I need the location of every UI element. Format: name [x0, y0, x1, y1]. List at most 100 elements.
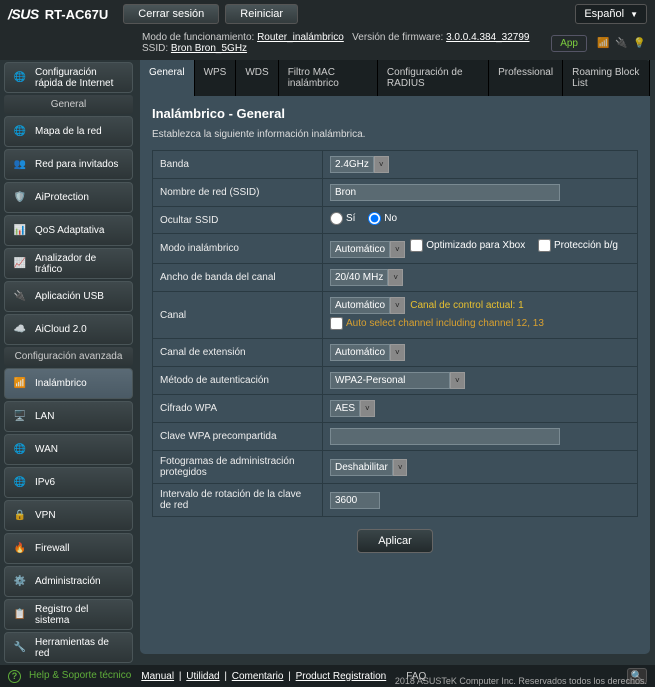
sidebar-aiprotection[interactable]: 🛡️AiProtection	[4, 182, 133, 213]
tab-mac-filter[interactable]: Filtro MAC inalámbrico	[279, 60, 378, 96]
link-registration[interactable]: Product Registration	[296, 671, 387, 682]
led-status-icon[interactable]: 💡	[632, 36, 647, 51]
globe-gear-icon: 🌐	[12, 70, 28, 86]
help-icon[interactable]: ?	[8, 670, 21, 683]
row-pmf-label: Fotogramas de administración protegidos	[153, 451, 323, 484]
sidebar-network-map[interactable]: 🌐Mapa de la red	[4, 116, 133, 147]
row-ssid-label: Nombre de red (SSID)	[153, 179, 323, 207]
sidebar-traffic[interactable]: 📈Analizador de tráfico	[4, 248, 133, 279]
tools-icon: 🔧	[12, 640, 28, 656]
rotation-input[interactable]	[330, 492, 380, 509]
row-enc-label: Cifrado WPA	[153, 395, 323, 423]
tab-wds[interactable]: WDS	[236, 60, 278, 96]
row-wmode-label: Modo inalámbrico	[153, 234, 323, 264]
chevron-down-icon: ˅	[390, 344, 405, 361]
hide-ssid-no[interactable]: No	[368, 212, 397, 225]
vpn-icon: 🔒	[12, 508, 28, 524]
panel-title: Inalámbrico - General	[152, 106, 638, 121]
sidebar-admin[interactable]: ⚙️Administración	[4, 566, 133, 597]
ext-channel-select[interactable]: Automático˅	[330, 344, 405, 361]
gear-icon: ⚙️	[12, 574, 28, 590]
row-ext-label: Canal de extensión	[153, 339, 323, 367]
bg-protect-check[interactable]: Protección b/g	[538, 239, 618, 252]
channel-select[interactable]: Automático˅	[330, 297, 405, 314]
sidebar-wan[interactable]: 🌐WAN	[4, 434, 133, 465]
footer-links: Manual | Utilidad | Comentario | Product…	[139, 671, 388, 682]
tab-radius[interactable]: Configuración de RADIUS	[378, 60, 489, 96]
wmode-select[interactable]: Automático˅	[330, 241, 405, 258]
people-icon: 👥	[12, 157, 28, 173]
sidebar-lan[interactable]: 🖥️LAN	[4, 401, 133, 432]
sidebar-nettools[interactable]: 🔧Herramientas de red	[4, 632, 133, 663]
row-rotation-label: Intervalo de rotación de la clave de red	[153, 484, 323, 517]
psk-input[interactable]	[330, 428, 560, 445]
apply-button[interactable]: Aplicar	[357, 529, 433, 553]
wifi-icon: 📶	[12, 376, 28, 392]
pmf-select[interactable]: Deshabilitar˅	[330, 459, 407, 476]
sidebar-vpn[interactable]: 🔒VPN	[4, 500, 133, 531]
tab-general[interactable]: General	[140, 60, 195, 96]
globe-icon: 🌐	[12, 442, 28, 458]
wifi-status-icon[interactable]: 📶	[596, 36, 611, 51]
encryption-select[interactable]: AES˅	[330, 400, 375, 417]
row-band-label: Banda	[153, 151, 323, 179]
panel-desc: Establezca la siguiente información inal…	[152, 129, 638, 140]
chevron-down-icon: ˅	[360, 400, 375, 417]
tab-bar: General WPS WDS Filtro MAC inalámbrico C…	[140, 60, 650, 96]
auto-channel-12-13-check[interactable]: Auto select channel including channel 12…	[330, 317, 544, 330]
row-chan-label: Canal	[153, 292, 323, 339]
chevron-down-icon: ˅	[390, 297, 405, 314]
copyright-text: 2018 ASUSTeK Computer Inc. Reservados to…	[395, 676, 647, 686]
row-psk-label: Clave WPA precompartida	[153, 423, 323, 451]
language-select[interactable]: Español	[575, 4, 647, 24]
link-utility[interactable]: Utilidad	[186, 671, 219, 682]
chevron-down-icon: ˅	[393, 459, 408, 476]
reboot-button[interactable]: Reiniciar	[225, 4, 298, 24]
globe-icon: 🌐	[12, 124, 28, 140]
logout-button[interactable]: Cerrar sesión	[123, 4, 219, 24]
chevron-down-icon: ˅	[374, 156, 389, 173]
firewall-icon: 🔥	[12, 541, 28, 557]
chevron-down-icon: ˅	[390, 241, 405, 258]
hide-ssid-yes[interactable]: Sí	[330, 212, 355, 225]
current-channel-text: Canal de control actual: 1	[410, 300, 523, 311]
language-label: Español	[584, 8, 624, 20]
sidebar-wireless[interactable]: 📶Inalámbrico	[4, 368, 133, 399]
cloud-icon: ☁️	[12, 322, 28, 338]
sidebar-guest-network[interactable]: 👥Red para invitados	[4, 149, 133, 180]
sidebar-ipv6[interactable]: 🌐IPv6	[4, 467, 133, 498]
tab-roaming[interactable]: Roaming Block List	[563, 60, 650, 96]
sidebar-firewall[interactable]: 🔥Firewall	[4, 533, 133, 564]
tab-professional[interactable]: Professional	[489, 60, 563, 96]
usb-status-icon[interactable]: 🔌	[614, 36, 629, 51]
status-info: Modo de funcionamiento: Router_inalámbri…	[142, 32, 551, 54]
sidebar-section-general: General	[4, 95, 133, 114]
bandwidth-select[interactable]: 20/40 MHz˅	[330, 269, 403, 286]
lan-icon: 🖥️	[12, 409, 28, 425]
chart-icon: 📈	[12, 256, 28, 272]
sidebar-quick-setup[interactable]: 🌐Configuración rápida de Internet	[4, 62, 133, 93]
link-manual[interactable]: Manual	[141, 671, 174, 682]
app-button[interactable]: App	[551, 35, 587, 52]
chevron-down-icon: ˅	[450, 372, 465, 389]
shield-icon: 🛡️	[12, 190, 28, 206]
gauge-icon: 📊	[12, 223, 28, 239]
ssid-input[interactable]	[330, 184, 560, 201]
band-select[interactable]: 2.4GHz˅	[330, 156, 389, 173]
sidebar-syslog[interactable]: 📋Registro del sistema	[4, 599, 133, 630]
help-label: Help & Soporte técnico	[29, 671, 131, 681]
tab-wps[interactable]: WPS	[195, 60, 237, 96]
brand-logo: /SUS	[8, 6, 39, 22]
sidebar-usb-app[interactable]: 🔌Aplicación USB	[4, 281, 133, 312]
sidebar-section-advanced: Configuración avanzada	[4, 347, 133, 366]
sidebar-aicloud[interactable]: ☁️AiCloud 2.0	[4, 314, 133, 345]
chevron-down-icon: ˅	[388, 269, 403, 286]
usb-icon: 🔌	[12, 289, 28, 305]
link-feedback[interactable]: Comentario	[232, 671, 284, 682]
row-hide-label: Ocultar SSID	[153, 207, 323, 234]
auth-select[interactable]: WPA2-Personal˅	[330, 372, 465, 389]
ipv6-icon: 🌐	[12, 475, 28, 491]
xbox-opt-check[interactable]: Optimizado para Xbox	[410, 239, 525, 252]
sidebar-qos[interactable]: 📊QoS Adaptativa	[4, 215, 133, 246]
sidebar: 🌐Configuración rápida de Internet Genera…	[0, 60, 137, 665]
